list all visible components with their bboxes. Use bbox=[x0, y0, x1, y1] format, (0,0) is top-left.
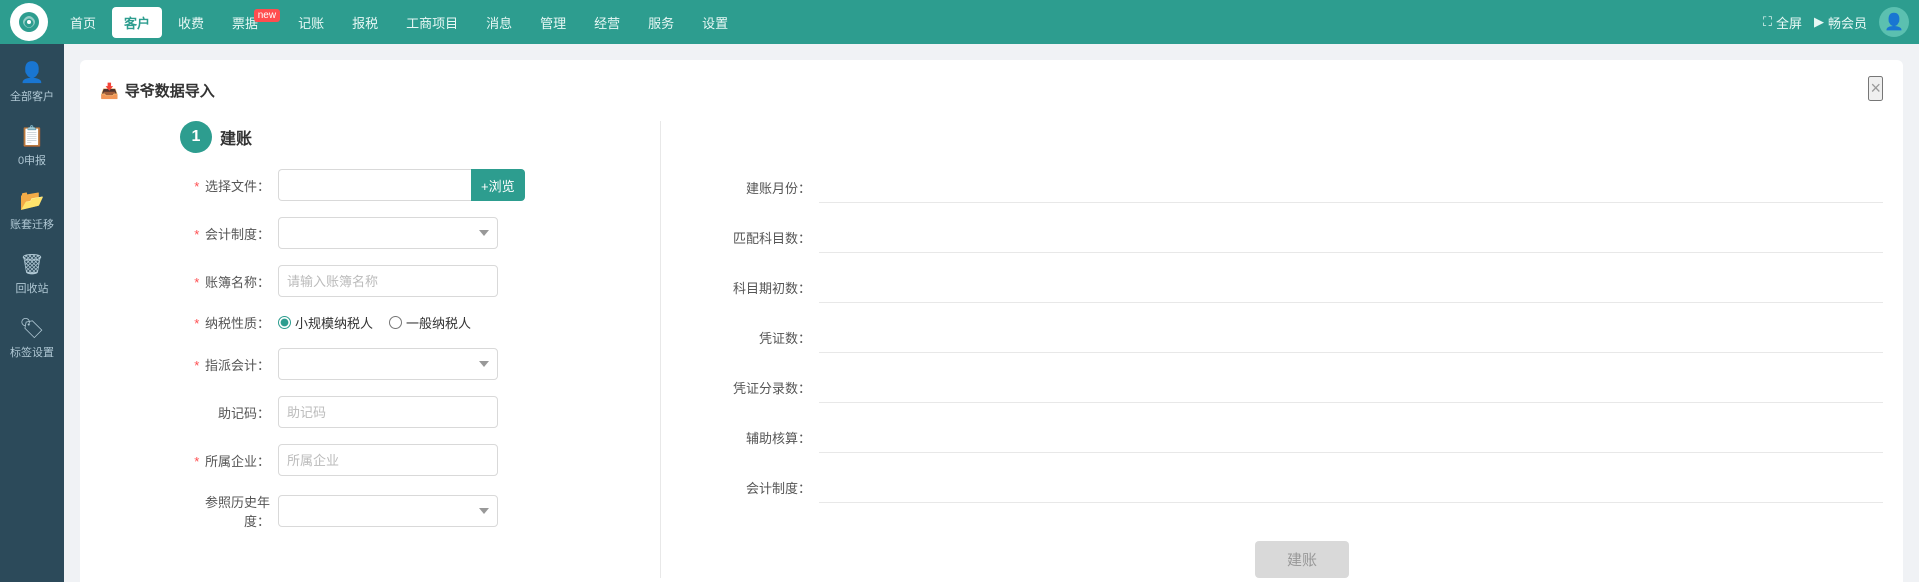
tax-type-radio-group: 小规模纳税人 一般纳税人 bbox=[278, 313, 600, 332]
sidebar-item-recycle[interactable]: 🗑 回收站 bbox=[4, 244, 60, 304]
migrate-icon: 📂 bbox=[20, 188, 45, 213]
history-year-select[interactable] bbox=[278, 495, 498, 527]
tax-type-row: * 纳税性质： 小规模纳税人 一般纳税人 bbox=[180, 313, 600, 332]
step-section-text: 建账 bbox=[220, 125, 252, 149]
recycle-icon: 🗑 bbox=[19, 252, 44, 277]
nav-ledger[interactable]: 记账 bbox=[286, 7, 336, 38]
account-book-label: * 账簿名称： bbox=[180, 272, 270, 291]
tax-type-label: * 纳税性质： bbox=[180, 313, 270, 332]
sidebar-item-declare[interactable]: 📋 0申报 bbox=[4, 116, 60, 176]
voucher-records-label: 凭证分录数： bbox=[721, 378, 811, 397]
voucher-records-value bbox=[819, 371, 1883, 403]
memo-label: 助记码： bbox=[180, 403, 270, 422]
nav-items: 首页 客户 收费 票据 new 记账 报税 工商项目 消息 管理 经营 服务 设… bbox=[58, 7, 1763, 38]
voucher-count-label: 凭证数： bbox=[721, 328, 811, 347]
create-month-label: 建账月份： bbox=[721, 178, 811, 197]
company-row: * 所属企业： bbox=[180, 444, 600, 476]
step-label: 1 建账 bbox=[180, 121, 600, 153]
match-subject-value bbox=[819, 221, 1883, 253]
nav-invoice[interactable]: 票据 new bbox=[220, 7, 282, 38]
file-input[interactable] bbox=[278, 169, 471, 201]
assign-accountant-select[interactable] bbox=[278, 348, 498, 380]
form-left: 1 建账 * 选择文件： +浏览 bbox=[180, 121, 600, 578]
right-accounting-system-value bbox=[819, 471, 1883, 503]
step-circle: 1 bbox=[180, 121, 212, 153]
memo-row: 助记码： bbox=[180, 396, 600, 428]
sidebar-item-all-customers[interactable]: 👤 全部客户 bbox=[4, 52, 60, 112]
match-subject-row: 匹配科目数： bbox=[721, 221, 1883, 253]
history-year-row: 参照历史年度： bbox=[180, 492, 600, 530]
avatar[interactable]: 👤 bbox=[1879, 7, 1909, 37]
nav-right: ⛶ 全屏 ▶ 畅会员 👤 bbox=[1763, 7, 1909, 37]
company-label: * 所属企业： bbox=[180, 451, 270, 470]
top-nav: 首页 客户 收费 票据 new 记账 报税 工商项目 消息 管理 经营 服务 设… bbox=[0, 0, 1919, 44]
account-book-row: * 账簿名称： bbox=[180, 265, 600, 297]
accounting-system-row: * 会计制度： bbox=[180, 217, 600, 249]
voucher-count-value bbox=[819, 321, 1883, 353]
form-container: 1 建账 * 选择文件： +浏览 bbox=[100, 121, 1883, 578]
subject-period-value bbox=[819, 271, 1883, 303]
memo-input[interactable] bbox=[278, 396, 498, 428]
form-right: 建账月份： 匹配科目数： 科目期初数： 凭证数： bbox=[721, 121, 1883, 578]
right-accounting-system-row: 会计制度： bbox=[721, 471, 1883, 503]
history-year-label: 参照历史年度： bbox=[180, 492, 270, 530]
right-accounting-system-label: 会计制度： bbox=[721, 478, 811, 497]
dialog-panel: 📥 导爷数据导入 × 1 建账 * 选择文件： bbox=[80, 60, 1903, 582]
nav-message[interactable]: 消息 bbox=[474, 7, 524, 38]
main-content: 📥 导爷数据导入 × 1 建账 * 选择文件： bbox=[64, 44, 1919, 582]
create-month-value bbox=[819, 171, 1883, 203]
aux-accounting-label: 辅助核算： bbox=[721, 428, 811, 447]
create-account-button[interactable]: 建账 bbox=[1255, 541, 1349, 578]
declare-icon: 📋 bbox=[20, 124, 45, 149]
accounting-system-select[interactable] bbox=[278, 217, 498, 249]
accounting-system-label: * 会计制度： bbox=[180, 224, 270, 243]
tax-small-radio[interactable] bbox=[278, 316, 291, 329]
sidebar-item-tag-settings[interactable]: 🏷 标签设置 bbox=[4, 308, 60, 368]
tax-general-text: 一般纳税人 bbox=[406, 313, 471, 332]
browse-button[interactable]: +浏览 bbox=[471, 169, 525, 201]
sidebar: 👤 全部客户 📋 0申报 📂 账套迁移 🗑 回收站 🏷 标签设置 bbox=[0, 44, 64, 582]
fullscreen-btn[interactable]: ⛶ 全屏 bbox=[1763, 13, 1802, 32]
nav-settings[interactable]: 设置 bbox=[690, 7, 740, 38]
section-divider bbox=[660, 121, 661, 578]
nav-manage[interactable]: 管理 bbox=[528, 7, 578, 38]
company-input[interactable] bbox=[278, 444, 498, 476]
nav-home[interactable]: 首页 bbox=[58, 7, 108, 38]
file-input-group: +浏览 bbox=[278, 169, 498, 201]
tag-icon: 🏷 bbox=[19, 316, 44, 341]
dialog-title-icon: 📥 bbox=[100, 82, 119, 100]
logo bbox=[10, 3, 48, 41]
customers-icon: 👤 bbox=[20, 60, 45, 85]
nav-tax[interactable]: 报税 bbox=[340, 7, 390, 38]
file-row: * 选择文件： +浏览 bbox=[180, 169, 600, 201]
nav-service[interactable]: 服务 bbox=[636, 7, 686, 38]
tax-small-radio-label[interactable]: 小规模纳税人 bbox=[278, 313, 373, 332]
sidebar-item-account-migrate[interactable]: 📂 账套迁移 bbox=[4, 180, 60, 240]
create-month-row: 建账月份： bbox=[721, 171, 1883, 203]
close-button[interactable]: × bbox=[1868, 76, 1883, 101]
aux-accounting-row: 辅助核算： bbox=[721, 421, 1883, 453]
tax-general-radio[interactable] bbox=[389, 316, 402, 329]
vip-icon: ▶ bbox=[1814, 14, 1824, 30]
voucher-records-row: 凭证分录数： bbox=[721, 371, 1883, 403]
assign-accountant-row: * 指派会计： bbox=[180, 348, 600, 380]
aux-accounting-value bbox=[819, 421, 1883, 453]
vip-btn[interactable]: ▶ 畅会员 bbox=[1814, 13, 1867, 32]
file-label: * 选择文件： bbox=[180, 176, 270, 195]
account-book-input[interactable] bbox=[278, 265, 498, 297]
tax-general-radio-label[interactable]: 一般纳税人 bbox=[389, 313, 471, 332]
match-subject-label: 匹配科目数： bbox=[721, 228, 811, 247]
subject-period-label: 科目期初数： bbox=[721, 278, 811, 297]
fullscreen-icon: ⛶ bbox=[1763, 14, 1772, 30]
nav-customer[interactable]: 客户 bbox=[112, 7, 162, 38]
tax-small-text: 小规模纳税人 bbox=[295, 313, 373, 332]
assign-accountant-label: * 指派会计： bbox=[180, 355, 270, 374]
subject-period-row: 科目期初数： bbox=[721, 271, 1883, 303]
nav-invoice-badge: new bbox=[254, 9, 280, 22]
nav-billing[interactable]: 收费 bbox=[166, 7, 216, 38]
voucher-count-row: 凭证数： bbox=[721, 321, 1883, 353]
nav-commerce[interactable]: 工商项目 bbox=[394, 7, 470, 38]
nav-operation[interactable]: 经营 bbox=[582, 7, 632, 38]
dialog-title: 📥 导爷数据导入 bbox=[100, 80, 1883, 101]
